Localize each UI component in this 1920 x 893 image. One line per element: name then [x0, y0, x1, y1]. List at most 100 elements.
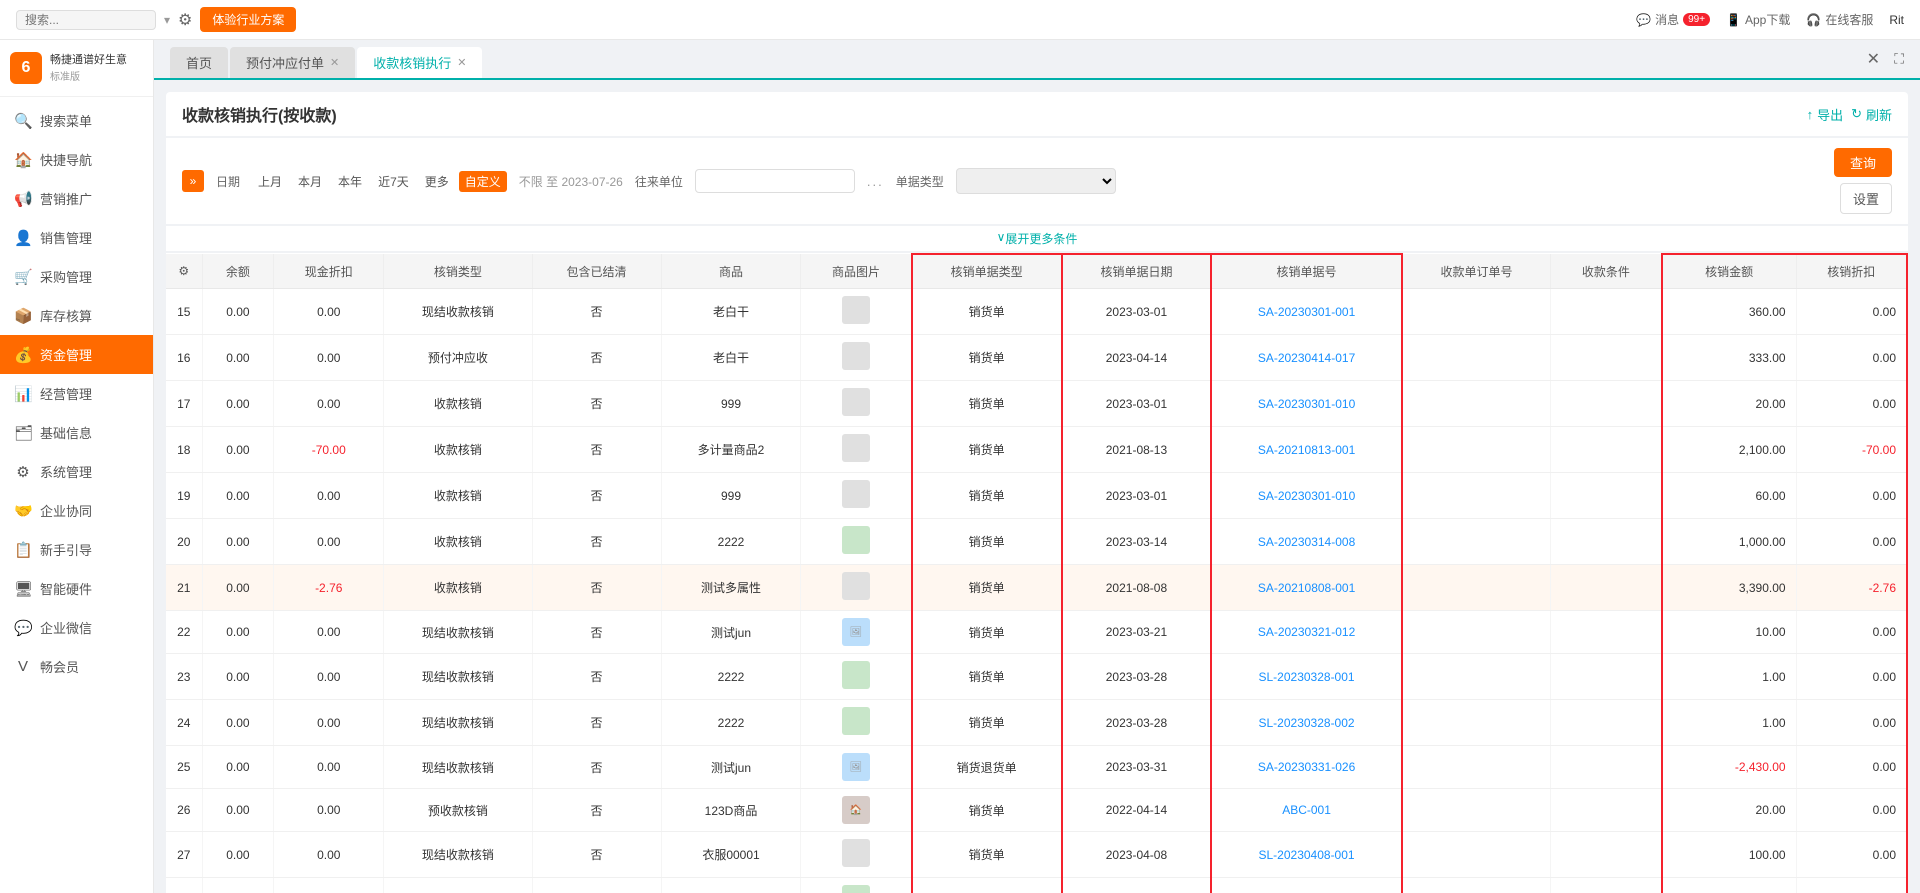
sidebar-item-marketing[interactable]: 📢 营销推广: [0, 179, 153, 218]
sidebar-item-hardware[interactable]: 🖥 智能硬件: [0, 569, 153, 608]
solution-button[interactable]: 体验行业方案: [200, 7, 296, 32]
product-image: [842, 296, 870, 324]
bill-no-link[interactable]: SL-20230408-001: [1259, 848, 1355, 862]
filter-more[interactable]: 更多: [419, 171, 455, 192]
expand-more-bar[interactable]: ∨ 展开更多条件: [166, 226, 1908, 251]
bill-no-link[interactable]: SL-20230328-002: [1259, 716, 1355, 730]
product-image: [842, 661, 870, 689]
cell-verify-bill-type: 销货退货单: [912, 746, 1062, 789]
bill-no-link[interactable]: SA-20230301-010: [1258, 489, 1355, 503]
tab-prepay[interactable]: 预付冲应付单 ✕: [230, 47, 355, 78]
tab-receipt[interactable]: 收款核销执行 ✕: [357, 47, 482, 78]
col-gear[interactable]: ⚙: [166, 254, 202, 289]
col-verify-discount: 核销折扣: [1796, 254, 1907, 289]
tab-receipt-close[interactable]: ✕: [457, 56, 466, 69]
cell-cash-discount: 0.00: [274, 473, 384, 519]
message-area[interactable]: 💬 消息 99+: [1636, 11, 1710, 28]
sidebar-item-operations[interactable]: 📊 经营管理: [0, 374, 153, 413]
filter-this-month[interactable]: 本月: [292, 171, 328, 192]
cell-receipt-terms: [1551, 427, 1662, 473]
bill-no-link[interactable]: SA-20210808-001: [1258, 581, 1355, 595]
from-unit-input[interactable]: [695, 169, 855, 193]
cell-verify-discount: -2.76: [1796, 565, 1907, 611]
cell-receipt-order-no: [1402, 289, 1551, 335]
bill-no-link[interactable]: SA-20230414-017: [1258, 351, 1355, 365]
cell-verify-bill-type: 销货单: [912, 654, 1062, 700]
tab-prepay-close[interactable]: ✕: [330, 56, 339, 69]
refresh-button[interactable]: ↻ 刷新: [1851, 105, 1892, 124]
username[interactable]: Rit: [1889, 13, 1904, 27]
main-layout: 6 畅捷通谱好生意 标准版 🔍 搜索菜单 🏠 快捷导航 📢 营销推广 👤 销售管…: [0, 40, 1920, 893]
cell-verify-bill-no[interactable]: ABC-001: [1211, 789, 1401, 832]
sidebar-item-purchase[interactable]: 🛒 采购管理: [0, 257, 153, 296]
filter-this-year[interactable]: 本年: [332, 171, 368, 192]
cell-verify-bill-no[interactable]: SA-20230414-017: [1211, 335, 1401, 381]
table-row: 25 0.00 0.00 现结收款核销 否 测试jun 🖼 销货退货单 2023…: [166, 746, 1907, 789]
cell-balance: 0.00: [202, 289, 274, 335]
bill-no-link[interactable]: SA-20230321-012: [1258, 625, 1355, 639]
cell-verify-bill-no[interactable]: SL-20230328-002: [1211, 700, 1401, 746]
filter-custom[interactable]: 自定义: [459, 171, 507, 192]
cell-verify-bill-no[interactable]: SA-20230301-010: [1211, 473, 1401, 519]
sidebar-item-guide[interactable]: 📋 新手引导: [0, 530, 153, 569]
tab-expand-icon[interactable]: ⛶: [1894, 51, 1904, 68]
cell-verify-amount: 1,000.00: [1662, 519, 1797, 565]
setting-button[interactable]: 设置: [1840, 183, 1892, 214]
sidebar-item-quicknav[interactable]: 🏠 快捷导航: [0, 140, 153, 179]
export-button[interactable]: ↑ 导出: [1807, 105, 1844, 124]
sidebar-item-finance[interactable]: 💰 资金管理: [0, 335, 153, 374]
cell-verify-discount: 0.00: [1796, 832, 1907, 878]
sidebar-item-sales[interactable]: 👤 销售管理: [0, 218, 153, 257]
bill-no-link[interactable]: ABC-001: [1282, 803, 1331, 817]
sidebar-item-member[interactable]: V 畅会员: [0, 647, 153, 686]
close-all-tabs-icon[interactable]: ✕: [1867, 49, 1880, 69]
cell-verify-bill-no[interactable]: SL-20230328-001: [1211, 654, 1401, 700]
bill-no-link[interactable]: SA-20230301-001: [1258, 305, 1355, 319]
sidebar-item-search[interactable]: 🔍 搜索菜单: [0, 101, 153, 140]
cell-cash-discount: 0.00: [274, 789, 384, 832]
bill-type-select[interactable]: [956, 168, 1116, 194]
tab-home[interactable]: 首页: [170, 47, 228, 78]
query-button[interactable]: 查询: [1834, 148, 1892, 177]
cell-verify-bill-no[interactable]: SA-20230331-026: [1211, 746, 1401, 789]
cell-verify-bill-no[interactable]: SL-20230418-001: [1211, 878, 1401, 893]
sidebar-item-inventory[interactable]: 📦 库存核算: [0, 296, 153, 335]
cell-include-cleared: 否: [532, 832, 661, 878]
gear-icon[interactable]: ⚙: [178, 10, 192, 30]
bill-no-link[interactable]: SA-20230314-008: [1258, 535, 1355, 549]
cell-verify-bill-date: 2021-08-08: [1062, 565, 1212, 611]
cell-verify-bill-no[interactable]: SA-20210813-001: [1211, 427, 1401, 473]
sidebar-item-wechat[interactable]: 💬 企业微信: [0, 608, 153, 647]
date-range-text: 不限 至 2023-07-26: [519, 175, 623, 189]
cell-verify-bill-no[interactable]: SA-20230321-012: [1211, 611, 1401, 654]
cell-verify-type: 现结收款核销: [384, 878, 532, 893]
sidebar-item-enterprise[interactable]: 🤝 企业协同: [0, 491, 153, 530]
cell-verify-bill-no[interactable]: SA-20230314-008: [1211, 519, 1401, 565]
sidebar-item-base[interactable]: 🗂 基础信息: [0, 413, 153, 452]
app-download[interactable]: 📱 App下载: [1726, 11, 1790, 28]
filter-7days[interactable]: 近7天: [372, 171, 415, 192]
bill-no-link[interactable]: SL-20230328-001: [1259, 670, 1355, 684]
bill-no-link[interactable]: SA-20210813-001: [1258, 443, 1355, 457]
col-verify-bill-no: 核销单据号: [1211, 254, 1401, 289]
cell-cash-discount: 0.00: [274, 746, 384, 789]
cell-verify-bill-no[interactable]: SL-20230408-001: [1211, 832, 1401, 878]
cell-product: 2222: [661, 519, 801, 565]
bill-no-link[interactable]: SA-20230301-010: [1258, 397, 1355, 411]
bill-no-link[interactable]: SA-20230331-026: [1258, 760, 1355, 774]
cell-balance: 0.00: [202, 335, 274, 381]
sidebar-item-system[interactable]: ⚙ 系统管理: [0, 452, 153, 491]
cell-verify-discount: 0.00: [1796, 878, 1907, 893]
chevron-down-icon: ∨: [997, 230, 1006, 247]
online-service[interactable]: 🎧 在线客服: [1806, 11, 1873, 28]
cell-verify-bill-no[interactable]: SA-20210808-001: [1211, 565, 1401, 611]
cell-verify-bill-type: 销货单: [912, 611, 1062, 654]
filter-expand-button[interactable]: »: [182, 170, 204, 192]
cell-receipt-order-no: [1402, 789, 1551, 832]
filter-last-month[interactable]: 上月: [252, 171, 288, 192]
export-icon: ↑: [1807, 107, 1814, 122]
cell-verify-bill-no[interactable]: SA-20230301-001: [1211, 289, 1401, 335]
cell-verify-bill-no[interactable]: SA-20230301-010: [1211, 381, 1401, 427]
cell-receipt-order-no: [1402, 746, 1551, 789]
search-input[interactable]: [16, 10, 156, 30]
